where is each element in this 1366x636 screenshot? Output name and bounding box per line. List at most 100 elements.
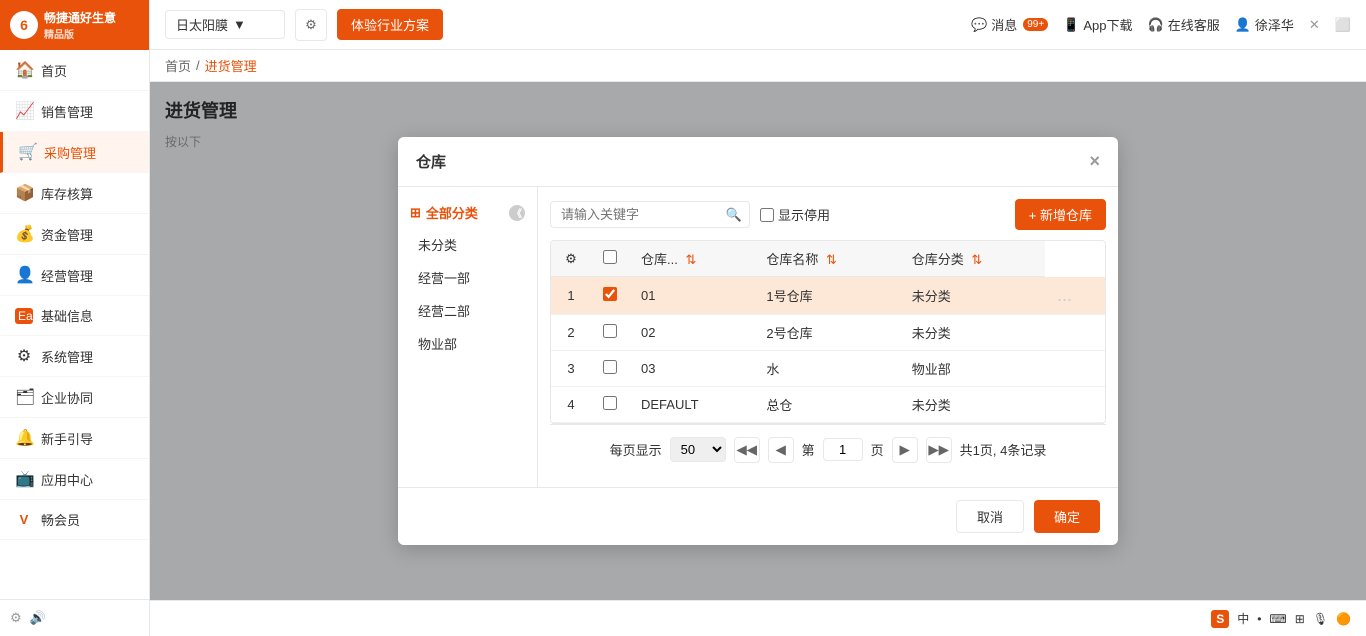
logo-badge: 精品版 [44, 26, 116, 41]
bottom-icons: S 中 • ⌨ ⊞ 🎙 🟠 [1211, 610, 1351, 628]
sidebar-item-system[interactable]: ⚙ 系统管理 [0, 336, 149, 377]
notification-label: 消息 [991, 15, 1017, 34]
row-name: 2号仓库 [754, 314, 899, 350]
table-row[interactable]: 3 03 水 物业部 [551, 350, 1105, 386]
sidebar-item-finance[interactable]: 💰 资金管理 [0, 214, 149, 255]
s-logo-icon: S [1211, 610, 1229, 628]
add-warehouse-button[interactable]: + 新增仓库 [1015, 199, 1106, 230]
logo-icon: 6 [10, 11, 38, 39]
settings-gear-icon[interactable]: ⚙ [10, 610, 22, 626]
table-row[interactable]: 4 DEFAULT 总仓 未分类 [551, 386, 1105, 422]
cancel-button[interactable]: 取消 [956, 500, 1024, 533]
language-icon[interactable]: 中 [1237, 610, 1249, 627]
search-input[interactable] [550, 201, 750, 228]
system-icon: ⚙ [15, 346, 33, 366]
row-code: DEFAULT [629, 386, 754, 422]
username: 徐泽华 [1255, 15, 1294, 34]
modal-footer: 取消 确定 [398, 487, 1118, 545]
sidebar-item-vip[interactable]: V 畅会员 [0, 500, 149, 540]
col-code-label: 仓库... [641, 252, 678, 267]
trial-button[interactable]: 体验行业方案 [337, 9, 443, 40]
message-icon: 💬 [971, 17, 987, 33]
top-header: 日太阳膜 ▼ ⚙ 体验行业方案 💬 消息 99+ 📱 App下载 🎧 在线客服 … [150, 0, 1366, 50]
modal-backdrop: 仓库 × ⊞ 全部分类 《 未分类 [150, 82, 1366, 600]
col-category-sort-icon: ⇅ [971, 252, 982, 267]
row-name: 1号仓库 [754, 277, 899, 315]
breadcrumb: 首页 / 进货管理 [150, 50, 1366, 82]
prev-page-button[interactable]: ◀ [768, 437, 794, 463]
page-size-select[interactable]: 50 100 [670, 437, 726, 462]
app-download-button[interactable]: 📱 App下载 [1063, 15, 1132, 34]
row-name: 水 [754, 350, 899, 386]
online-service-button[interactable]: 🎧 在线客服 [1148, 15, 1220, 34]
confirm-button[interactable]: 确定 [1034, 500, 1100, 533]
bottom-bar: S 中 • ⌨ ⊞ 🎙 🟠 [150, 600, 1366, 636]
row-actions[interactable]: ... [1045, 277, 1105, 315]
row-category: 物业部 [900, 350, 1045, 386]
first-page-button[interactable]: ◀◀ [734, 437, 760, 463]
pagination: 每页显示 50 100 ◀◀ ◀ 第 页 ▶ ▶▶ [550, 424, 1106, 475]
app-logo: 6 畅捷通好生意 精品版 [0, 0, 149, 50]
speaker-icon[interactable]: 🔊 [30, 610, 46, 626]
sidebar-item-inventory[interactable]: 📦 库存核算 [0, 173, 149, 214]
sidebar-item-home[interactable]: 🏠 首页 [0, 50, 149, 91]
sidebar-item-enterprise[interactable]: 🗂 企业协同 [0, 377, 149, 418]
row-checkbox[interactable] [591, 314, 629, 350]
row-checkbox[interactable] [591, 350, 629, 386]
header-right: 💬 消息 99+ 📱 App下载 🎧 在线客服 👤 徐泽华 ✕ ⬜ [971, 15, 1351, 34]
avatar-icon: 👤 [1235, 17, 1251, 33]
row-checkbox[interactable] [591, 277, 629, 315]
collapse-button[interactable]: 《 [509, 205, 525, 221]
last-page-button[interactable]: ▶▶ [926, 437, 952, 463]
row-num: 3 [551, 350, 591, 386]
row-num: 1 [551, 277, 591, 315]
maximize-icon[interactable]: ⬜ [1335, 17, 1351, 33]
mobile-icon: 📱 [1063, 17, 1079, 33]
keyboard-icon[interactable]: ⌨ [1269, 612, 1286, 626]
settings-bottom-icon[interactable]: 🟠 [1336, 612, 1351, 626]
sidebar-item-guide[interactable]: 🔔 新手引导 [0, 418, 149, 459]
purchase-icon: 🛒 [18, 142, 36, 162]
row-code: 03 [629, 350, 754, 386]
select-all-checkbox[interactable] [603, 250, 617, 264]
next-page-button[interactable]: ▶ [892, 437, 918, 463]
row-num: 2 [551, 314, 591, 350]
table-row[interactable]: 1 01 1号仓库 未分类 ... [551, 277, 1105, 315]
sidebar-item-purchase[interactable]: 🛒 采购管理 [0, 132, 149, 173]
breadcrumb-current: 进货管理 [205, 56, 257, 75]
category-item-dept1[interactable]: 经营一部 [398, 261, 537, 294]
sales-icon: 📈 [15, 101, 33, 121]
modal-close-button[interactable]: × [1089, 151, 1100, 172]
close-window-icon[interactable]: ✕ [1309, 17, 1320, 33]
search-icon[interactable]: 🔍 [726, 207, 742, 223]
sidebar-item-sales[interactable]: 📈 销售管理 [0, 91, 149, 132]
sidebar-item-app-center[interactable]: 📺 应用中心 [0, 459, 149, 500]
content-area: 进货管理 按以下 仓库 × ⊞ 全部分类 [150, 82, 1366, 600]
notification-button[interactable]: 💬 消息 99+ [971, 15, 1048, 34]
windows-icon: ⊞ [1295, 612, 1305, 626]
modal-title: 仓库 [416, 151, 446, 172]
breadcrumb-home[interactable]: 首页 [165, 56, 191, 75]
page-number-input[interactable] [823, 438, 863, 461]
show-disabled-wrap: 显示停用 [760, 205, 830, 224]
modal-body: ⊞ 全部分类 《 未分类 经营一部 经营二部 物业部 [398, 187, 1118, 487]
sidebar-item-operations[interactable]: 👤 经营管理 [0, 255, 149, 296]
grid-icon: ⊞ [410, 205, 421, 221]
show-disabled-label: 显示停用 [778, 205, 830, 224]
dot-icon: • [1257, 612, 1261, 626]
header-gear-button[interactable]: ⚙ [295, 9, 327, 41]
mic-icon[interactable]: 🎙 [1313, 612, 1328, 626]
main-area: 日太阳膜 ▼ ⚙ 体验行业方案 💬 消息 99+ 📱 App下载 🎧 在线客服 … [150, 0, 1366, 636]
category-item-property[interactable]: 物业部 [398, 327, 537, 360]
show-disabled-checkbox[interactable] [760, 208, 774, 222]
category-item-dept2[interactable]: 经营二部 [398, 294, 537, 327]
category-item-unclassified[interactable]: 未分类 [398, 228, 537, 261]
col-code-header: 仓库... ⇅ [629, 241, 754, 277]
store-selector[interactable]: 日太阳膜 ▼ [165, 10, 285, 39]
user-info[interactable]: 👤 徐泽华 [1235, 15, 1294, 34]
sidebar-item-basic-info[interactable]: Ea 基础信息 [0, 296, 149, 336]
row-checkbox[interactable] [591, 386, 629, 422]
vip-icon: V [15, 512, 33, 527]
table: ⚙ 仓库... ⇅ 仓库名称 ⇅ [551, 241, 1105, 423]
table-row[interactable]: 2 02 2号仓库 未分类 [551, 314, 1105, 350]
